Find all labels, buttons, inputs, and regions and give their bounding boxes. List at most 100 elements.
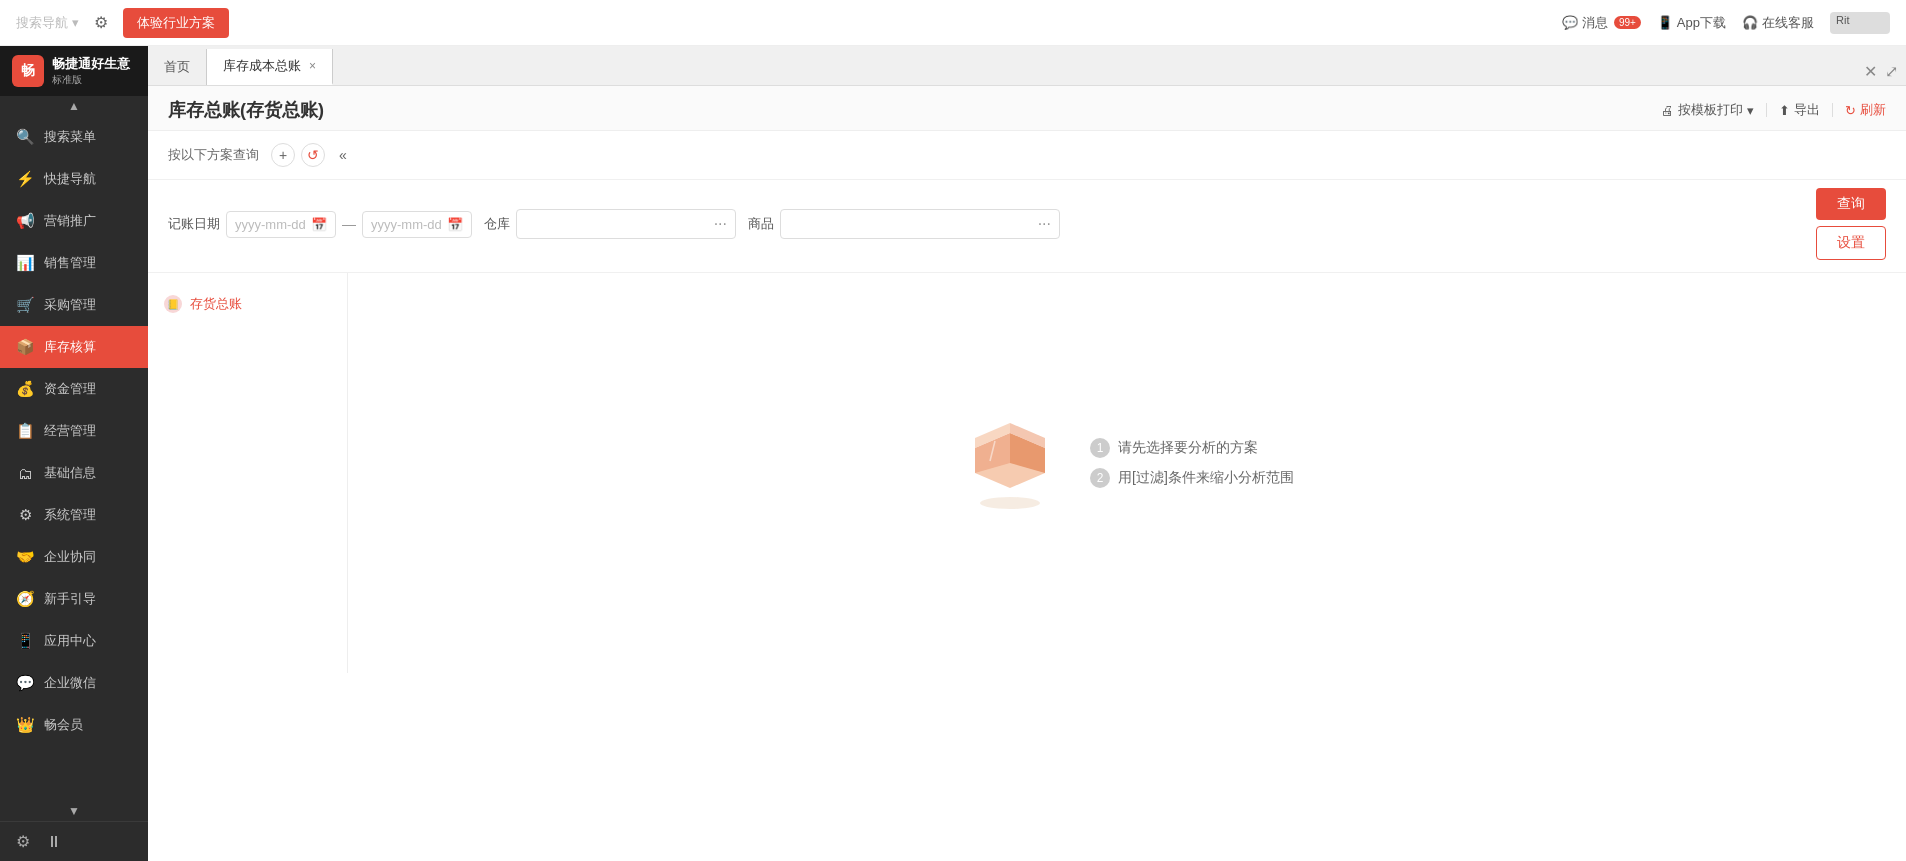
close-panel-icon[interactable]: ✕ (1860, 58, 1881, 85)
sidebar-item-system[interactable]: ⚙ 系统管理 (0, 494, 148, 536)
empty-tips: 1 请先选择要分析的方案 2 用[过滤]条件来缩小分析范围 (1090, 438, 1294, 488)
collapse-sidebar-icon[interactable]: ⏸ (46, 833, 62, 851)
tip-num-1: 1 (1090, 438, 1110, 458)
filter-sidebar-label: 存货总账 (190, 295, 242, 313)
date-field-label: 记账日期 (168, 215, 220, 233)
tip-num-2: 2 (1090, 468, 1110, 488)
main-layout: 畅 畅捷通好生意 标准版 ▲ 🔍 搜索菜单 ⚡ 快捷导航 📢 营销推广 📊 (0, 46, 1906, 861)
sidebar-item-sales[interactable]: 📊 销售管理 (0, 242, 148, 284)
empty-visual: 1 请先选择要分析的方案 2 用[过滤]条件来缩小分析范围 (960, 413, 1294, 513)
warehouse-select[interactable]: ··· (516, 209, 736, 239)
query-btn[interactable]: 查询 (1816, 188, 1886, 220)
sidebar-item-label: 应用中心 (44, 632, 96, 650)
date-start-input[interactable]: yyyy-mm-dd 📅 (226, 211, 336, 238)
filter-fields: 记账日期 yyyy-mm-dd 📅 — yyyy-mm-dd 📅 仓库 (148, 180, 1906, 273)
sidebar-item-label: 新手引导 (44, 590, 96, 608)
user-avatar[interactable]: Rit (1830, 12, 1890, 34)
app-download-icon: 📱 (1657, 15, 1673, 30)
breadcrumb-chevron-icon: ▾ (72, 15, 79, 30)
filter-collapse-btn[interactable]: « (331, 143, 355, 167)
settings-config-btn[interactable]: 设置 (1816, 226, 1886, 260)
product-field-group: 商品 ··· (748, 209, 1060, 239)
warehouse-more-icon[interactable]: ··· (714, 215, 727, 233)
message-icon: 💬 (1562, 15, 1578, 30)
export-btn[interactable]: ⬆ 导出 (1779, 101, 1820, 119)
industry-btn[interactable]: 体验行业方案 (123, 8, 229, 38)
quick-nav-icon: ⚡ (16, 170, 34, 188)
product-label: 商品 (748, 215, 774, 233)
sidebar-item-enterprise[interactable]: 🤝 企业协同 (0, 536, 148, 578)
sidebar-item-app-center[interactable]: 📱 应用中心 (0, 620, 148, 662)
tab-inventory-cost-ledger[interactable]: 库存成本总账 × (207, 49, 333, 85)
tab-inventory-cost-ledger-label: 库存成本总账 (223, 57, 301, 75)
sidebar-item-quick-nav[interactable]: ⚡ 快捷导航 (0, 158, 148, 200)
calendar-end-icon: 📅 (447, 217, 463, 232)
sidebar-item-new-guide[interactable]: 🧭 新手引导 (0, 578, 148, 620)
date-field-group: 记账日期 yyyy-mm-dd 📅 — yyyy-mm-dd 📅 (168, 211, 472, 238)
filter-label: 按以下方案查询 (168, 146, 259, 164)
date-end-placeholder: yyyy-mm-dd (371, 217, 442, 232)
sidebar-item-search-menu[interactable]: 🔍 搜索菜单 (0, 116, 148, 158)
filter-panel: 按以下方案查询 + ↺ « (148, 131, 1906, 180)
filter-add-btn[interactable]: + (271, 143, 295, 167)
sidebar-item-operations[interactable]: 📋 经营管理 (0, 410, 148, 452)
sidebar-item-finance[interactable]: 💰 资金管理 (0, 368, 148, 410)
print-template-btn[interactable]: 🖨 按模板打印 ▾ (1661, 101, 1754, 119)
filter-sidebar: 📒 存货总账 (148, 273, 348, 673)
divider (1766, 103, 1767, 117)
filter-sidebar-item-inventory-general-ledger[interactable]: 📒 存货总账 (148, 285, 347, 323)
messages-badge: 99+ (1614, 16, 1641, 29)
sidebar-item-label: 企业微信 (44, 674, 96, 692)
inventory-icon: 📦 (16, 338, 34, 356)
empty-tip-1: 1 请先选择要分析的方案 (1090, 438, 1294, 458)
content-area: 首页 库存成本总账 × ✕ ⤢ 库存总账(存货总账) 🖨 按模板打印 ▾ (148, 46, 1906, 861)
operations-icon: 📋 (16, 422, 34, 440)
divider2 (1832, 103, 1833, 117)
sidebar-item-member[interactable]: 👑 畅会员 (0, 704, 148, 746)
app-download-btn[interactable]: 📱 App下载 (1657, 14, 1726, 32)
messages-label: 消息 (1582, 14, 1608, 32)
page-header: 库存总账(存货总账) 🖨 按模板打印 ▾ ⬆ 导出 ↻ 刷 (148, 86, 1906, 131)
sidebar-item-purchase[interactable]: 🛒 采购管理 (0, 284, 148, 326)
logo-text: 畅捷通好生意 标准版 (52, 56, 130, 86)
app-title: 畅捷通好生意 (52, 56, 130, 73)
headset-icon: 🎧 (1742, 15, 1758, 30)
calendar-icon: 📅 (311, 217, 327, 232)
scroll-up-btn[interactable]: ▲ (0, 96, 148, 116)
tab-close-icon[interactable]: × (309, 59, 316, 73)
sidebar-item-label: 库存核算 (44, 338, 96, 356)
refresh-btn[interactable]: ↻ 刷新 (1845, 101, 1886, 119)
sidebar-logo: 畅 畅捷通好生意 标准版 (0, 46, 148, 96)
online-support-btn[interactable]: 🎧 在线客服 (1742, 14, 1814, 32)
tip-text-2: 用[过滤]条件来缩小分析范围 (1118, 469, 1294, 487)
messages-btn[interactable]: 💬 消息 99+ (1562, 14, 1641, 32)
export-label: 导出 (1794, 101, 1820, 119)
tab-home[interactable]: 首页 (148, 49, 207, 85)
logo-icon: 畅 (12, 55, 44, 87)
filter-reset-btn[interactable]: ↺ (301, 143, 325, 167)
tabs-bar: 首页 库存成本总账 × ✕ ⤢ (148, 46, 1906, 86)
sidebar-item-enterprise-wechat[interactable]: 💬 企业微信 (0, 662, 148, 704)
sidebar-item-basic-info[interactable]: 🗂 基础信息 (0, 452, 148, 494)
page-actions: 🖨 按模板打印 ▾ ⬆ 导出 ↻ 刷新 (1661, 101, 1886, 119)
empty-tip-2: 2 用[过滤]条件来缩小分析范围 (1090, 468, 1294, 488)
sidebar: 畅 畅捷通好生意 标准版 ▲ 🔍 搜索菜单 ⚡ 快捷导航 📢 营销推广 📊 (0, 46, 148, 861)
sales-icon: 📊 (16, 254, 34, 272)
date-start-placeholder: yyyy-mm-dd (235, 217, 306, 232)
purchase-icon: 🛒 (16, 296, 34, 314)
date-end-input[interactable]: yyyy-mm-dd 📅 (362, 211, 472, 238)
empty-box-illustration (960, 413, 1060, 513)
refresh-label: 刷新 (1860, 101, 1886, 119)
tab-home-label: 首页 (164, 58, 190, 76)
sidebar-item-inventory[interactable]: 📦 库存核算 (0, 326, 148, 368)
sidebar-item-label: 经营管理 (44, 422, 96, 440)
settings-bottom-icon[interactable]: ⚙ (16, 832, 30, 851)
empty-state-area: 1 请先选择要分析的方案 2 用[过滤]条件来缩小分析范围 (348, 273, 1906, 673)
product-select[interactable]: ··· (780, 209, 1060, 239)
breadcrumb-placeholder: 搜索导航 (16, 14, 68, 32)
scroll-down-btn[interactable]: ▼ (0, 801, 148, 821)
expand-panel-icon[interactable]: ⤢ (1881, 58, 1902, 85)
sidebar-item-marketing[interactable]: 📢 营销推广 (0, 200, 148, 242)
settings-icon-btn[interactable]: ⚙ (87, 9, 115, 37)
product-more-icon[interactable]: ··· (1038, 215, 1051, 233)
